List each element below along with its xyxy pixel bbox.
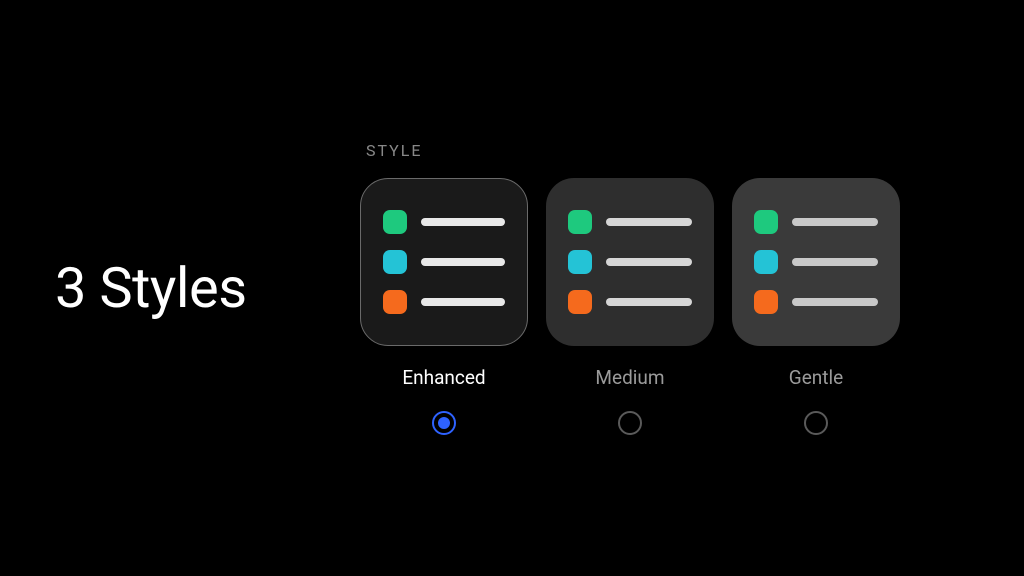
- swatch-icon: [568, 290, 592, 314]
- swatch-icon: [568, 210, 592, 234]
- swatch-icon: [568, 250, 592, 274]
- list-item: [754, 210, 878, 234]
- bar-icon: [606, 218, 692, 226]
- list-item: [568, 210, 692, 234]
- radio-medium[interactable]: [618, 411, 642, 435]
- list-item: [383, 250, 505, 274]
- style-card-medium[interactable]: [546, 178, 714, 346]
- title-area: 3 Styles: [0, 255, 360, 321]
- swatch-icon: [383, 210, 407, 234]
- style-option-enhanced: Enhanced: [360, 178, 528, 435]
- section-label: STYLE: [366, 141, 984, 160]
- list-item: [754, 290, 878, 314]
- radio-gentle[interactable]: [804, 411, 828, 435]
- style-label-medium: Medium: [595, 366, 664, 389]
- swatch-icon: [754, 210, 778, 234]
- swatch-icon: [754, 290, 778, 314]
- style-label-enhanced: Enhanced: [402, 366, 485, 389]
- list-item: [383, 290, 505, 314]
- style-option-gentle: Gentle: [732, 178, 900, 435]
- bar-icon: [792, 258, 878, 266]
- list-item: [568, 250, 692, 274]
- bar-icon: [792, 298, 878, 306]
- swatch-icon: [383, 290, 407, 314]
- swatch-icon: [754, 250, 778, 274]
- list-item: [754, 250, 878, 274]
- list-item: [383, 210, 505, 234]
- style-options-row: Enhanced Medium: [360, 178, 984, 435]
- bar-icon: [421, 298, 505, 306]
- bar-icon: [421, 258, 505, 266]
- page-title: 3 Styles: [55, 255, 360, 321]
- bar-icon: [792, 218, 878, 226]
- bar-icon: [606, 298, 692, 306]
- radio-enhanced[interactable]: [432, 411, 456, 435]
- list-item: [568, 290, 692, 314]
- style-option-medium: Medium: [546, 178, 714, 435]
- style-panel: STYLE Enhanced: [360, 141, 1024, 435]
- style-card-gentle[interactable]: [732, 178, 900, 346]
- style-card-enhanced[interactable]: [360, 178, 528, 346]
- swatch-icon: [383, 250, 407, 274]
- style-label-gentle: Gentle: [789, 366, 843, 389]
- bar-icon: [421, 218, 505, 226]
- bar-icon: [606, 258, 692, 266]
